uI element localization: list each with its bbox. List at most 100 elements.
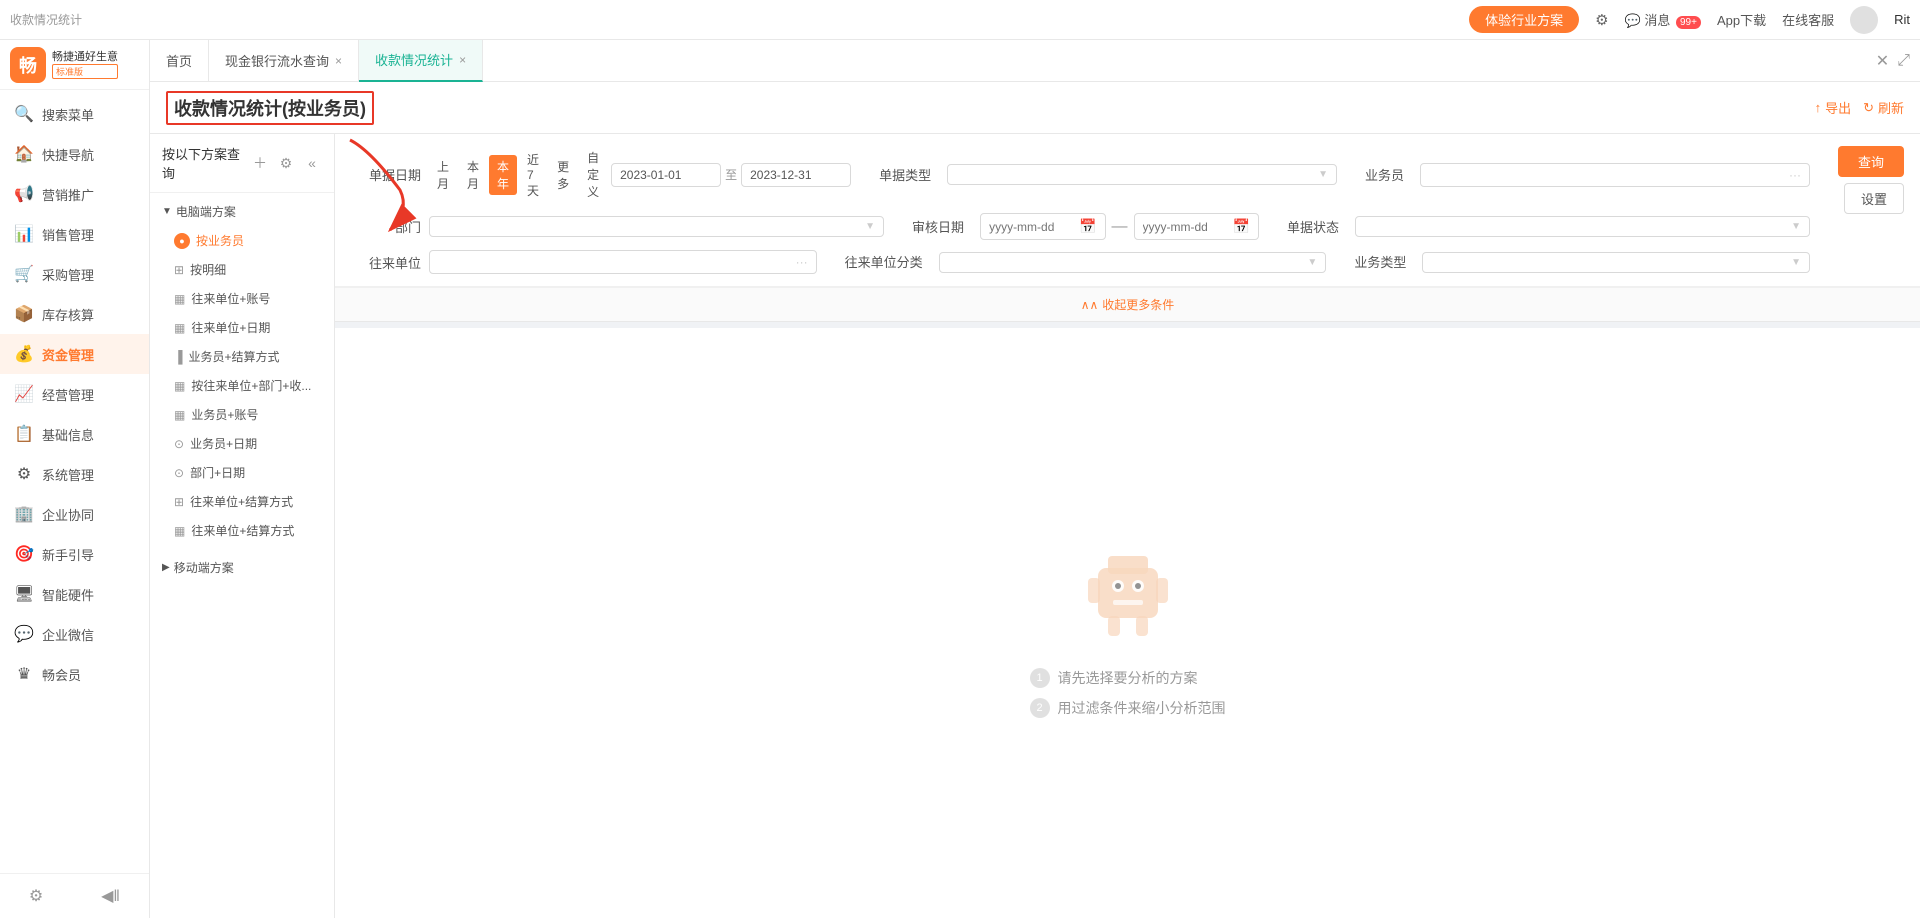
sidebar-item-sales[interactable]: 📊 销售管理: [0, 214, 149, 254]
settings-button[interactable]: 设置: [1844, 183, 1904, 214]
dept-dropdown-icon[interactable]: ▼: [865, 221, 875, 232]
scheme-item-unit-settlement2[interactable]: ▦ 往来单位+结算方式: [150, 516, 334, 545]
scheme-item-label-detail: 按明细: [190, 261, 226, 278]
sidebar-item-basic[interactable]: 📋 基础信息: [0, 414, 149, 454]
scheme-item-label-salesman-settlement: 业务员+结算方式: [189, 348, 280, 365]
scheme-item-by-salesman[interactable]: ● 按业务员: [150, 226, 334, 255]
counter-party-more-btn[interactable]: ···: [796, 255, 808, 269]
tab-collection-stats[interactable]: 收款情况统计 ×: [359, 40, 483, 82]
user-label[interactable]: Rit: [1894, 12, 1910, 27]
counter-party-class-dropdown-icon[interactable]: ▼: [1307, 257, 1317, 268]
scheme-section-desktop-title[interactable]: ▼ 电脑端方案: [150, 197, 334, 226]
enterprise-icon: 🏢: [14, 504, 34, 524]
scheme-item-detail[interactable]: ⊞ 按明细: [150, 255, 334, 284]
doc-status-dropdown-icon[interactable]: ▼: [1791, 221, 1801, 232]
refresh-button[interactable]: ↻ 刷新: [1863, 98, 1904, 117]
collapse-bar[interactable]: ∧∧ 收起更多条件: [335, 287, 1920, 321]
review-date-from-input[interactable]: [989, 220, 1079, 234]
tab-home-label: 首页: [166, 51, 192, 70]
salesman-more-btn[interactable]: ···: [1789, 168, 1801, 182]
sidebar-item-purchase[interactable]: 🛒 采购管理: [0, 254, 149, 294]
business-type-dropdown-icon[interactable]: ▼: [1791, 257, 1801, 268]
sidebar-item-wechat[interactable]: 💬 企业微信: [0, 614, 149, 654]
date-btn-7days[interactable]: 近7天: [519, 148, 547, 202]
sidebar-item-finance[interactable]: 💰 资金管理: [0, 334, 149, 374]
date-filter-label: 单据日期: [351, 165, 421, 184]
scheme-item-unit-account[interactable]: ▦ 往来单位+账号: [150, 284, 334, 313]
quicknav-icon: 🏠: [14, 144, 34, 164]
gear-icon[interactable]: ⚙: [1595, 11, 1608, 29]
scheme-item-dept-date[interactable]: ⊙ 部门+日期: [150, 458, 334, 487]
scheme-item-unit-date[interactable]: ▦ 往来单位+日期: [150, 313, 334, 342]
tab-bank-flow[interactable]: 现金银行流水查询 ×: [209, 40, 359, 82]
scheme-item-label-unit-settlement2: 往来单位+结算方式: [191, 522, 294, 539]
date-from-input[interactable]: [611, 163, 721, 187]
sidebar-item-quicknav[interactable]: 🏠 快捷导航: [0, 134, 149, 174]
sidebar-label-newbie: 新手引导: [42, 545, 94, 564]
sidebar-item-member[interactable]: ♛ 畅会员: [0, 654, 149, 694]
sidebar-item-inventory[interactable]: 📦 库存核算: [0, 294, 149, 334]
scheme-collapse-btn[interactable]: «: [302, 153, 322, 173]
grid-icon: ⊞: [174, 263, 184, 277]
doc-status-label: 单据状态: [1287, 220, 1339, 235]
tab-collection-stats-close[interactable]: ×: [459, 53, 466, 67]
sidebar-item-enterprise[interactable]: 🏢 企业协同: [0, 494, 149, 534]
sidebar-item-system[interactable]: ⚙ 系统管理: [0, 454, 149, 494]
sidebar-item-search[interactable]: 🔍 搜索菜单: [0, 94, 149, 134]
grid-icon-2: ⊞: [174, 495, 184, 509]
scheme-add-btn[interactable]: ＋: [250, 153, 270, 173]
date-filter-control: 上月 本月 本年 近7天 更多 自定义 至: [429, 146, 851, 203]
sidebar-item-operations[interactable]: 📈 经营管理: [0, 374, 149, 414]
scheme-section-mobile-label: 移动端方案: [174, 559, 234, 576]
tab-expand-btn[interactable]: ⤢: [1897, 52, 1910, 70]
user-avatar[interactable]: [1850, 6, 1878, 34]
scheme-settings-btn[interactable]: ⚙: [276, 153, 296, 173]
tab-bank-flow-close[interactable]: ×: [335, 54, 342, 68]
scheme-item-salesman-settlement[interactable]: ▐ 业务员+结算方式: [150, 342, 334, 371]
sidebar-logo: 畅 畅捷通好生意 标准版: [0, 40, 149, 90]
messages-badge: 99+: [1676, 16, 1701, 29]
online-service-label[interactable]: 在线客服: [1782, 10, 1834, 29]
date-to-input[interactable]: [741, 163, 851, 187]
scheme-item-unit-settlement1[interactable]: ⊞ 往来单位+结算方式: [150, 487, 334, 516]
date-btn-this-month[interactable]: 本月: [459, 155, 487, 195]
sidebar-label-member: 畅会员: [42, 665, 81, 684]
date-btn-more[interactable]: 更多: [549, 155, 577, 195]
sidebar-item-hardware[interactable]: 🖥 智能硬件: [0, 574, 149, 614]
top-header: 收款情况统计 体验行业方案 ⚙ 💬 消息 99+ App下载 在线客服 Rit: [0, 0, 1920, 40]
trial-button[interactable]: 体验行业方案: [1469, 6, 1579, 33]
sidebar-item-newbie[interactable]: 🎯 新手引导: [0, 534, 149, 574]
messages-label[interactable]: 💬 消息 99+: [1625, 10, 1701, 29]
logo-badge: 标准版: [52, 64, 118, 79]
tab-close-all-btn[interactable]: ✕: [1876, 51, 1889, 71]
date-btn-this-year[interactable]: 本年: [489, 155, 517, 195]
scheme-item-salesman-date[interactable]: ⊙ 业务员+日期: [150, 429, 334, 458]
collapse-label: 收起更多条件: [1102, 296, 1174, 313]
export-button[interactable]: ↑ 导出: [1815, 98, 1852, 117]
scheme-panel-header: 按以下方案查询 ＋ ⚙ «: [150, 134, 334, 193]
review-date-to-input[interactable]: [1143, 220, 1233, 234]
page-header-right: ↑ 导出 ↻ 刷新: [1815, 98, 1904, 117]
app-download-label[interactable]: App下载: [1717, 10, 1766, 29]
table-icon-1: ▦: [174, 292, 185, 306]
sidebar-item-marketing[interactable]: 📢 营销推广: [0, 174, 149, 214]
system-icon: ⚙: [14, 464, 34, 484]
scheme-item-unit-dept-collect[interactable]: ▦ 按往来单位+部门+收...: [150, 371, 334, 400]
refresh-icon: ↻: [1863, 100, 1874, 116]
tab-bar: 首页 现金银行流水查询 × 收款情况统计 × ✕ ⤢: [150, 40, 1920, 82]
operations-icon: 📈: [14, 384, 34, 404]
date-btn-last-month[interactable]: 上月: [429, 155, 457, 195]
query-button[interactable]: 查询: [1838, 146, 1904, 177]
tab-bar-right: ✕ ⤢: [1876, 51, 1920, 71]
scheme-panel: 按以下方案查询 ＋ ⚙ « ▼ 电脑端方案 ● 按业务员: [150, 134, 335, 918]
sidebar-label-operations: 经营管理: [42, 385, 94, 404]
logo-icon: 畅: [10, 47, 46, 83]
tab-home[interactable]: 首页: [150, 40, 209, 82]
scheme-section-mobile-title[interactable]: ▶ 移动端方案: [150, 553, 334, 582]
scheme-item-salesman-account[interactable]: ▦ 业务员+账号: [150, 400, 334, 429]
date-btn-custom[interactable]: 自定义: [579, 146, 607, 203]
page-title: 收款情况统计(按业务员): [166, 91, 374, 125]
sidebar-settings-btn[interactable]: ⚙: [21, 882, 51, 910]
sidebar-collapse-btn[interactable]: ◀‖: [93, 882, 128, 910]
doc-type-dropdown-icon[interactable]: ▼: [1318, 169, 1328, 180]
